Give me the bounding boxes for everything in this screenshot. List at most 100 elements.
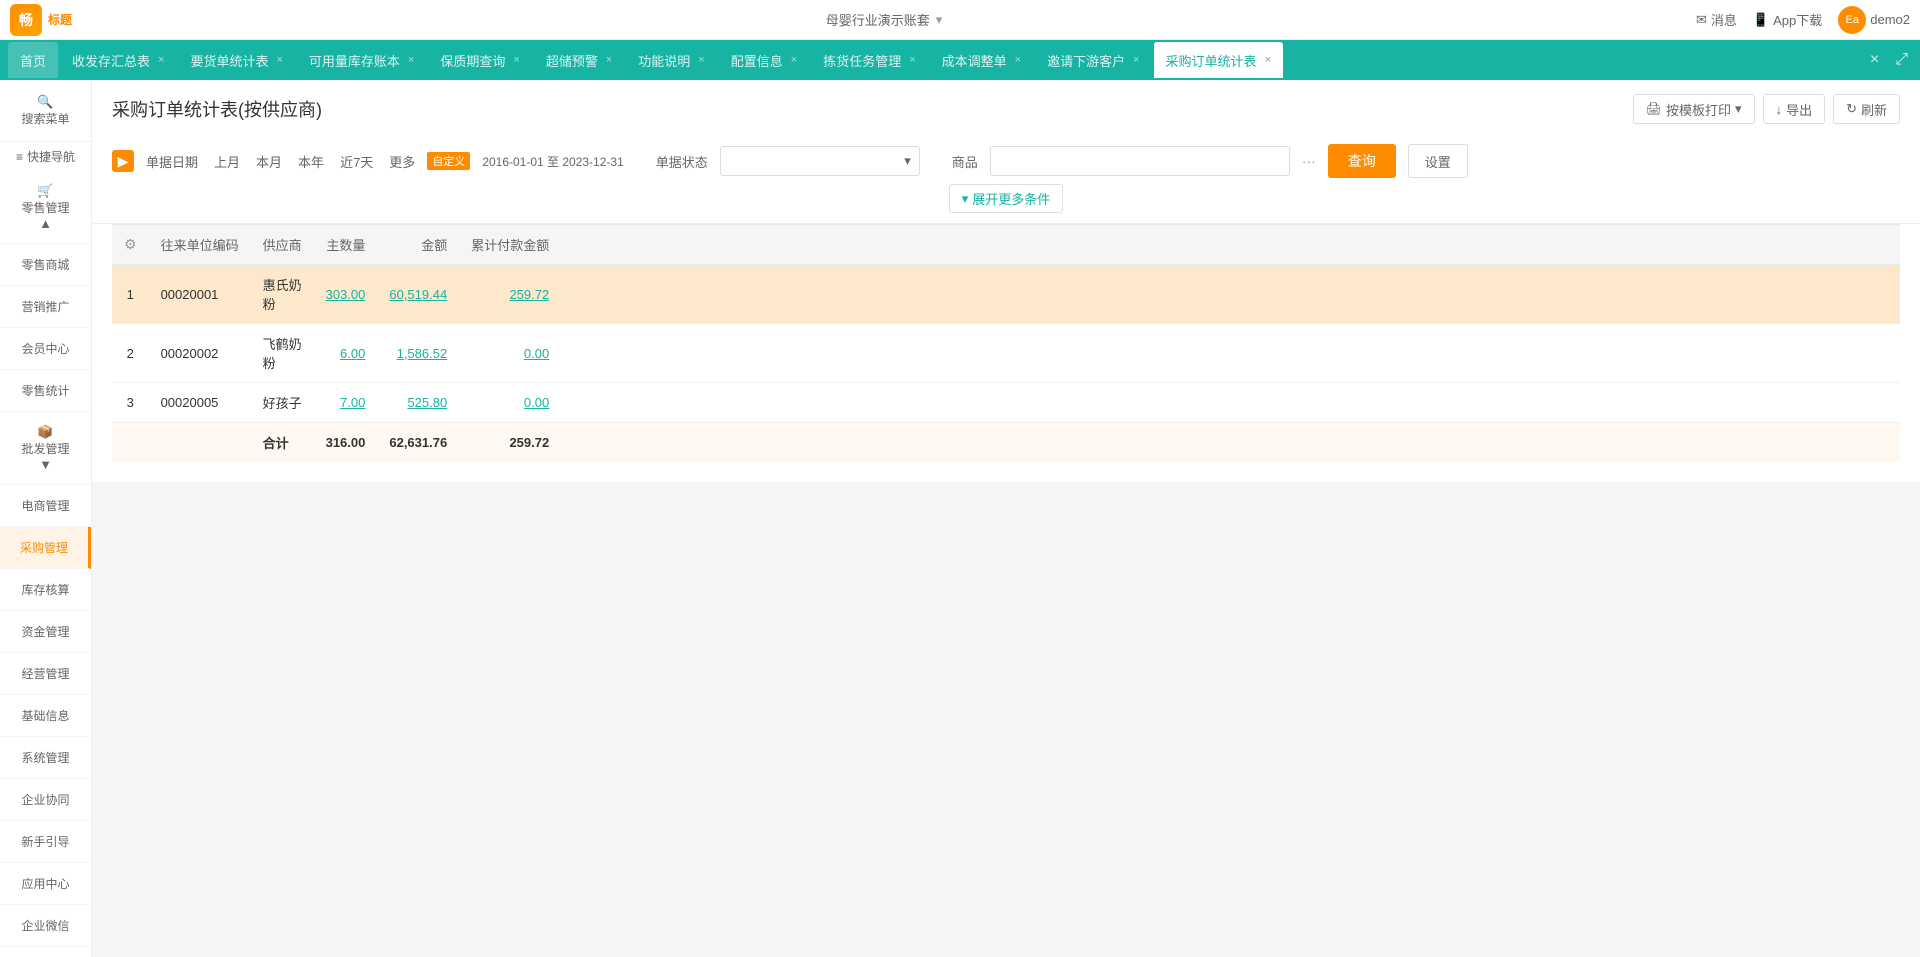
row-supplier: 好孩子 [251, 383, 314, 423]
more-filter-icon[interactable]: ··· [1302, 153, 1316, 169]
status-select[interactable]: ▾ [720, 146, 920, 176]
tab-gongneng[interactable]: 功能说明 × [626, 42, 716, 78]
tab-baozhiqi-close[interactable]: × [513, 54, 519, 66]
settings-btn[interactable]: 设置 [1408, 144, 1468, 178]
sidebar-item-yingxiao[interactable]: 营销推广 [0, 286, 91, 328]
sidebar-item-lingshoushangcheng[interactable]: 零售商城 [0, 244, 91, 286]
row-extra [561, 383, 1900, 423]
tab-kuyun[interactable]: 可用量库存账本 × [297, 42, 426, 78]
table-row[interactable]: 1 00020001 惠氏奶粉 303.00 60,519.44 259.72 [112, 265, 1900, 324]
tab-peizhi-label: 配置信息 [731, 51, 783, 70]
sidebar-item-caigougly[interactable]: 采购管理 [0, 527, 91, 569]
avatar: Ea [1838, 6, 1866, 34]
query-btn[interactable]: 查询 [1328, 144, 1396, 178]
row-extra [561, 265, 1900, 324]
export-icon: ↓ [1776, 102, 1783, 117]
tab-yaoqing-label: 邀请下游客户 [1047, 51, 1125, 70]
tab-baozhiqi-label: 保质期查询 [440, 51, 505, 70]
window-maximize-btn[interactable]: ⤢ [1891, 47, 1912, 73]
tab-chuchuyu[interactable]: 超储预警 × [534, 42, 624, 78]
tab-gongneng-label: 功能说明 [638, 51, 690, 70]
sidebar-item-yingyong[interactable]: 应用中心 [0, 863, 91, 905]
breadcrumb-area[interactable]: 母婴行业演示账套 ▾ [826, 10, 943, 29]
tab-peizhi[interactable]: 配置信息 × [719, 42, 809, 78]
search-menu-btn[interactable]: 🔍 搜索菜单 [6, 88, 85, 133]
row-paid: 259.72 [459, 265, 561, 324]
tab-yaohuo[interactable]: 要货单统计表 × [178, 42, 294, 78]
page-header: 采购订单统计表(按供应商) 🖨 按模板打印 ▾ ↓ 导出 ↻ 刷新 [92, 80, 1920, 134]
shortcut-last-month[interactable]: 上月 [210, 150, 244, 173]
sidebar-item-jingying[interactable]: 经营管理 [0, 653, 91, 695]
sidebar-item-qiyeweixin[interactable]: 企业微信 [0, 905, 91, 947]
col-extra [561, 225, 1900, 265]
status-select-arrow: ▾ [904, 153, 911, 169]
tab-yaohuo-label: 要货单统计表 [190, 51, 268, 70]
shortcut-this-year[interactable]: 本年 [294, 150, 328, 173]
table-row[interactable]: 2 00020002 飞鹤奶粉 6.00 1,586.52 0.00 [112, 324, 1900, 383]
app-download-btn[interactable]: 📱 App下载 [1753, 10, 1822, 29]
tab-tuohuo[interactable]: 拣货任务管理 × [811, 42, 927, 78]
date-shortcuts: 上月 本月 本年 近7天 更多 自定义 [210, 150, 470, 173]
sidebar: 🔍 搜索菜单 ≡ 快捷导航 🛒 零售管理 ▲ 零售商城 营销推广 会员中心 零售… [0, 80, 92, 957]
table-footer-row: 合计 316.00 62,631.76 259.72 [112, 423, 1900, 463]
row-code: 00020001 [149, 265, 251, 324]
sidebar-item-qiye[interactable]: 企业协同 [0, 779, 91, 821]
date-range-text: 2016-01-01 至 2023-12-31 [482, 153, 623, 170]
tab-shoufashui-close[interactable]: × [158, 54, 164, 66]
logo-area: 畅 标题 [10, 4, 72, 36]
sidebar-item-zijin[interactable]: 资金管理 [0, 611, 91, 653]
tab-shoufashui[interactable]: 收发存汇总表 × [60, 42, 176, 78]
window-close-btn[interactable]: × [1866, 47, 1883, 73]
tab-chuchuyu-close[interactable]: × [606, 54, 612, 66]
print-label: 按模板打印 [1666, 100, 1731, 119]
sidebar-item-xinshou[interactable]: 新手引导 [0, 821, 91, 863]
goods-input[interactable] [990, 146, 1290, 176]
sidebar-item-jichu[interactable]: 基础信息 [0, 695, 91, 737]
tab-kuyun-close[interactable]: × [408, 54, 414, 66]
tab-yaoqing[interactable]: 邀请下游客户 × [1035, 42, 1151, 78]
sidebar-item-huiyuan[interactable]: 会员中心 [0, 328, 91, 370]
tab-gongneng-close[interactable]: × [698, 54, 704, 66]
tab-peizhi-close[interactable]: × [791, 54, 797, 66]
column-settings-icon[interactable]: ⚙ [124, 236, 137, 252]
footer-paid: 259.72 [459, 423, 561, 463]
row-seq: 2 [112, 324, 149, 383]
print-btn[interactable]: 🖨 按模板打印 ▾ [1633, 94, 1755, 124]
shortcut-this-month[interactable]: 本月 [252, 150, 286, 173]
user-area[interactable]: Ea demo2 [1838, 6, 1910, 34]
tab-caigou[interactable]: 采购订单统计表 × [1154, 42, 1283, 78]
tab-yaohuo-close[interactable]: × [276, 54, 282, 66]
expand-filter-btn[interactable]: ▾ 展开更多条件 [949, 184, 1064, 213]
tab-tuohuo-close[interactable]: × [909, 54, 915, 66]
sidebar-item-lingshoutongji[interactable]: 零售统计 [0, 370, 91, 412]
lingshou-icon: 🛒 [37, 183, 53, 198]
footer-amount: 62,631.76 [377, 423, 459, 463]
message-btn[interactable]: ✉ 消息 [1696, 10, 1737, 29]
tab-yaoqing-close[interactable]: × [1133, 54, 1139, 66]
header-actions: 🖨 按模板打印 ▾ ↓ 导出 ↻ 刷新 [1633, 94, 1901, 124]
col-amount: 金额 [377, 225, 459, 265]
tab-home[interactable]: 首页 [8, 42, 58, 78]
top-bar: 畅 标题 母婴行业演示账套 ▾ ✉ 消息 📱 App下载 Ea demo2 [0, 0, 1920, 40]
table-row[interactable]: 3 00020005 好孩子 7.00 525.80 0.00 [112, 383, 1900, 423]
refresh-btn[interactable]: ↻ 刷新 [1833, 94, 1900, 124]
sidebar-item-kucunhe[interactable]: 库存核算 [0, 569, 91, 611]
quick-nav-btn[interactable]: ≡ 快捷导航 [0, 142, 91, 171]
tab-baozhiqi[interactable]: 保质期查询 × [428, 42, 531, 78]
col-qty: 主数量 [314, 225, 378, 265]
col-supplier: 供应商 [251, 225, 314, 265]
expand-filter-area: ▾ 展开更多条件 [112, 178, 1900, 213]
shortcut-7days[interactable]: 近7天 [336, 150, 377, 173]
filter-toggle-btn[interactable]: ▶ [112, 150, 134, 172]
tab-chengben[interactable]: 成本调整单 × [930, 42, 1033, 78]
sidebar-item-lingshou[interactable]: 🛒 零售管理 ▲ [0, 171, 91, 244]
export-btn[interactable]: ↓ 导出 [1763, 94, 1826, 124]
tab-chengben-close[interactable]: × [1015, 54, 1021, 66]
shortcut-more[interactable]: 更多 [385, 150, 419, 173]
row-qty: 7.00 [314, 383, 378, 423]
tab-caigou-close[interactable]: × [1265, 54, 1271, 66]
sidebar-item-changhui[interactable]: 畅会员 [0, 947, 91, 957]
sidebar-item-pifa[interactable]: 📦 批发管理 ▼ [0, 412, 91, 485]
sidebar-item-xitong[interactable]: 系统管理 [0, 737, 91, 779]
sidebar-item-dianshangg[interactable]: 电商管理 [0, 485, 91, 527]
